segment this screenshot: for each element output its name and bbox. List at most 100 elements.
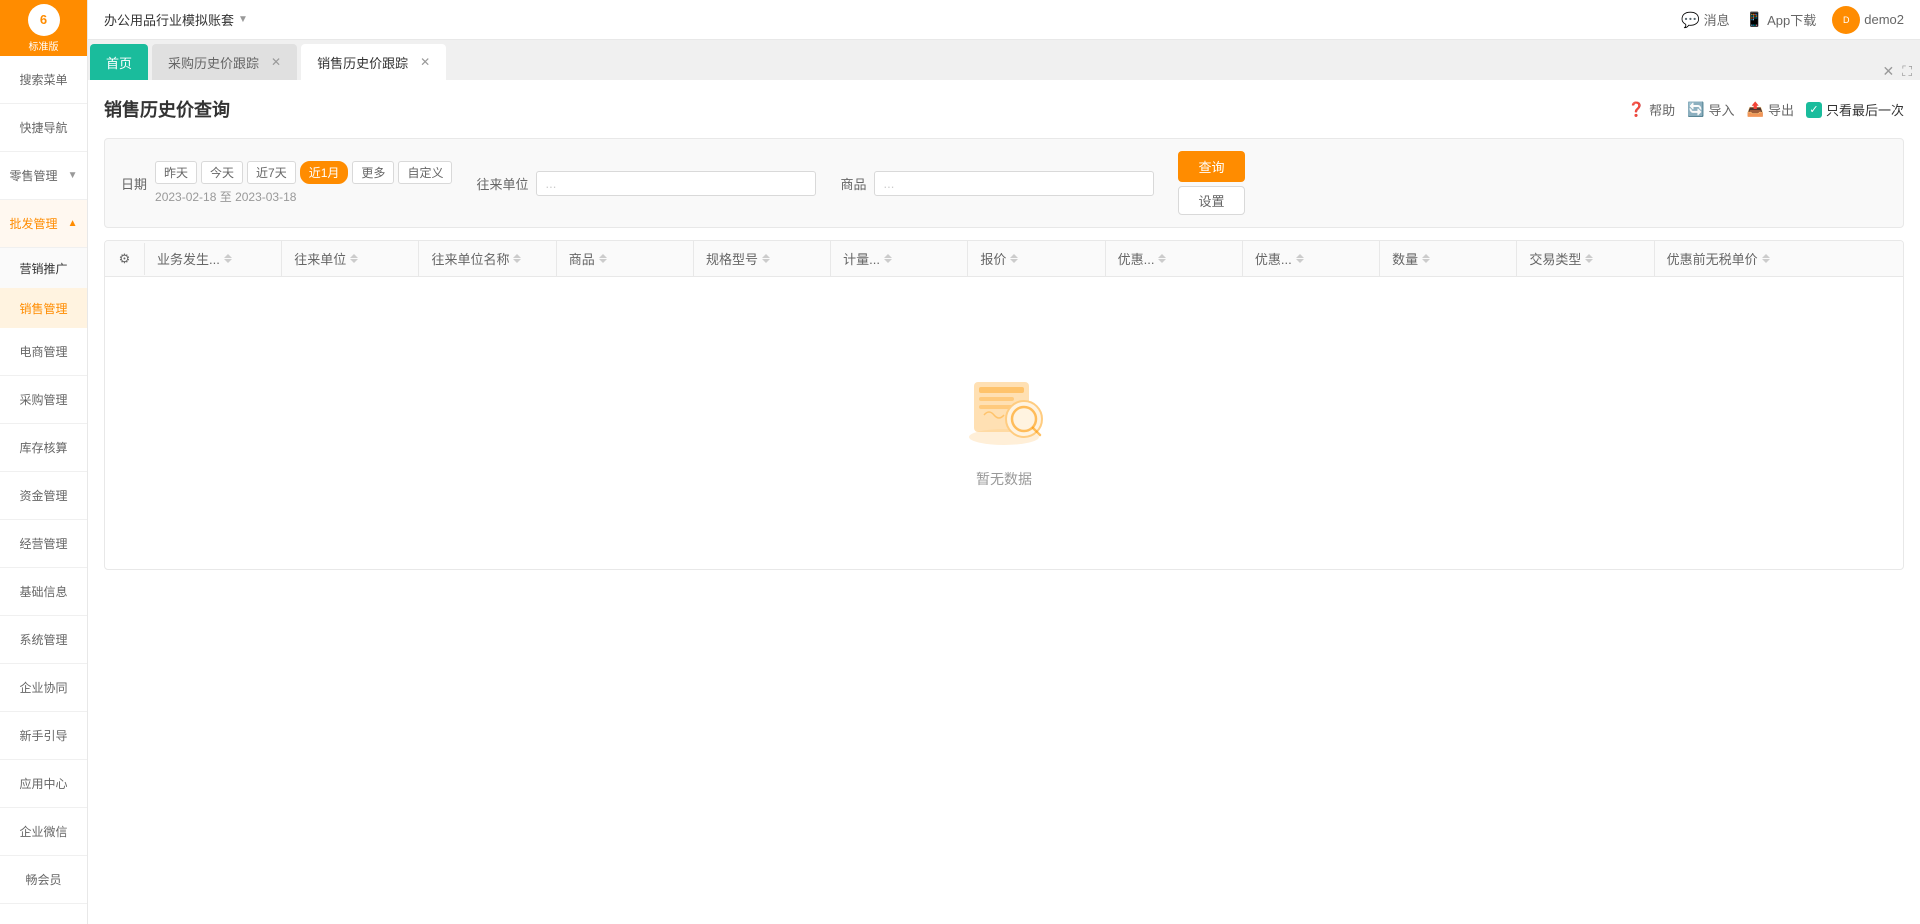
export-icon: 📤: [1747, 101, 1764, 118]
sort-date-icon: [224, 254, 232, 263]
membership-label: 畅会员: [25, 871, 61, 888]
th-spec[interactable]: 规格型号: [694, 241, 831, 276]
th-quantity[interactable]: 数量: [1380, 241, 1517, 276]
only-last-checkbox-container[interactable]: ✓ 只看最后一次: [1806, 100, 1904, 119]
sidebar-item-collaboration[interactable]: 企业协同: [0, 664, 88, 712]
date-btn-7days[interactable]: 近7天: [247, 161, 296, 184]
date-btn-custom[interactable]: 自定义: [398, 161, 452, 184]
sidebar-item-finance[interactable]: 资金管理: [0, 472, 88, 520]
sidebar-item-sales[interactable]: 销售管理: [0, 288, 88, 328]
help-btn[interactable]: ❓ 帮助: [1628, 100, 1675, 119]
app-download-btn[interactable]: 📱 App下载: [1746, 10, 1817, 29]
sort-discount2-icon: [1296, 254, 1304, 263]
sidebar-item-wechat-work[interactable]: 企业微信: [0, 808, 88, 856]
th-date[interactable]: 业务发生...: [145, 241, 282, 276]
th-trade-type[interactable]: 交易类型: [1517, 241, 1654, 276]
date-filter-label: 日期: [121, 174, 147, 193]
product-input[interactable]: ...: [874, 171, 1154, 196]
search-menu-label: 搜索菜单: [19, 71, 67, 88]
sort-pre-discount-icon: [1762, 254, 1770, 263]
app-center-label: 应用中心: [19, 775, 67, 792]
empty-state: 暂无数据: [105, 277, 1903, 569]
dropdown-arrow-icon: ▼: [238, 14, 248, 25]
operations-label: 经营管理: [19, 535, 67, 552]
settings-button[interactable]: 设置: [1178, 186, 1244, 215]
empty-text: 暂无数据: [976, 469, 1032, 489]
sidebar-item-basic-info[interactable]: 基础信息: [0, 568, 88, 616]
sidebar-item-guide[interactable]: 新手引导: [0, 712, 88, 760]
user-menu-btn[interactable]: D demo2: [1832, 6, 1904, 34]
account-name: 办公用品行业模拟账套: [104, 10, 234, 29]
fullscreen-icon[interactable]: ⛶: [1902, 63, 1912, 80]
th-price[interactable]: 报价: [968, 241, 1105, 276]
system-label: 系统管理: [19, 631, 67, 648]
export-btn[interactable]: 📤 导出: [1747, 100, 1794, 119]
sidebar-item-retail[interactable]: 零售管理 ▼: [0, 152, 88, 200]
help-icon: ❓: [1628, 101, 1645, 118]
tab-sales-history[interactable]: 销售历史价跟踪 ✕: [301, 44, 446, 80]
th-discount1[interactable]: 优惠...: [1106, 241, 1243, 276]
username-label: demo2: [1864, 12, 1904, 27]
filter-row: 日期 昨天 今天 近7天 近1月 更多 自定义 2023-02-18 至 202…: [121, 151, 1887, 215]
date-btn-today[interactable]: 今天: [201, 161, 243, 184]
sidebar-item-inventory[interactable]: 库存核算: [0, 424, 88, 472]
sidebar-item-system[interactable]: 系统管理: [0, 616, 88, 664]
th-partner-name-label: 往来单位名称: [431, 249, 509, 268]
purchase-label: 采购管理: [19, 391, 67, 408]
date-buttons: 昨天 今天 近7天 近1月 更多 自定义: [155, 161, 452, 184]
sidebar-item-marketing[interactable]: 营销推广: [0, 248, 88, 288]
only-last-label: 只看最后一次: [1826, 100, 1904, 119]
sidebar-item-wholesale[interactable]: 批发管理 ▲: [0, 200, 88, 248]
th-product[interactable]: 商品: [557, 241, 694, 276]
sidebar-item-purchase[interactable]: 采购管理: [0, 376, 88, 424]
sidebar-item-operations[interactable]: 经营管理: [0, 520, 88, 568]
logo[interactable]: 6 标准版: [0, 0, 88, 56]
sort-price-icon: [1010, 254, 1018, 263]
tab-home[interactable]: 首页: [90, 44, 148, 80]
sidebar: 6 标准版 搜索菜单 快捷导航 零售管理 ▼ 批发管理 ▲ 营销推广 销售管理 …: [0, 0, 88, 924]
table-header: ⚙ 业务发生... 往来单位 往来单位名: [105, 241, 1903, 277]
th-partner-name[interactable]: 往来单位名称: [419, 241, 556, 276]
import-btn[interactable]: 🔄 导入: [1687, 100, 1734, 119]
close-all-tabs-icon[interactable]: ✕: [1882, 63, 1894, 80]
sidebar-item-app-center[interactable]: 应用中心: [0, 760, 88, 808]
customer-input[interactable]: ...: [536, 171, 816, 196]
date-btn-1month[interactable]: 近1月: [300, 161, 349, 184]
tab-purchase-history[interactable]: 采购历史价跟踪 ✕: [152, 44, 297, 80]
app-download-icon: 📱: [1746, 11, 1763, 28]
th-pre-discount[interactable]: 优惠前无税单价: [1655, 241, 1903, 276]
th-unit[interactable]: 计量...: [831, 241, 968, 276]
purchase-tab-label: 采购历史价跟踪: [168, 53, 259, 72]
home-tab-label: 首页: [106, 53, 132, 72]
topbar: 办公用品行业模拟账套 ▼ 💬 消息 📱 App下载 D demo2: [88, 0, 1920, 40]
customer-filter-label: 往来单位: [476, 174, 528, 193]
date-btn-yesterday[interactable]: 昨天: [155, 161, 197, 184]
account-dropdown[interactable]: 办公用品行业模拟账套 ▼: [104, 10, 248, 29]
page-title: 销售历史价查询: [104, 96, 230, 122]
sidebar-item-quick-nav[interactable]: 快捷导航: [0, 104, 88, 152]
help-label: 帮助: [1649, 100, 1675, 119]
page-header: 销售历史价查询 ❓ 帮助 🔄 导入 📤 导出 ✓: [104, 96, 1904, 122]
date-btn-more[interactable]: 更多: [352, 161, 394, 184]
message-btn[interactable]: 💬 消息: [1681, 10, 1730, 29]
th-partner-id-label: 往来单位: [294, 249, 346, 268]
query-button[interactable]: 查询: [1178, 151, 1244, 182]
close-sales-tab-icon[interactable]: ✕: [420, 55, 430, 69]
avatar-initials: D: [1843, 15, 1850, 25]
wholesale-arrow-icon: ▲: [68, 218, 78, 229]
th-discount2[interactable]: 优惠...: [1243, 241, 1380, 276]
marketing-label: 营销推广: [19, 260, 67, 277]
th-partner-id[interactable]: 往来单位: [282, 241, 419, 276]
th-pre-discount-label: 优惠前无税单价: [1667, 249, 1758, 268]
retail-label: 零售管理: [10, 167, 58, 184]
sales-label: 销售管理: [19, 300, 67, 317]
sidebar-item-ecommerce[interactable]: 电商管理: [0, 328, 88, 376]
collaboration-label: 企业协同: [19, 679, 67, 696]
sidebar-item-search-menu[interactable]: 搜索菜单: [0, 56, 88, 104]
th-spec-label: 规格型号: [706, 249, 758, 268]
close-purchase-tab-icon[interactable]: ✕: [271, 55, 281, 69]
filter-bar: 日期 昨天 今天 近7天 近1月 更多 自定义 2023-02-18 至 202…: [104, 138, 1904, 228]
th-settings[interactable]: ⚙: [105, 243, 145, 275]
checkbox-checked-icon: ✓: [1806, 101, 1822, 118]
sidebar-item-membership[interactable]: 畅会员: [0, 856, 88, 904]
